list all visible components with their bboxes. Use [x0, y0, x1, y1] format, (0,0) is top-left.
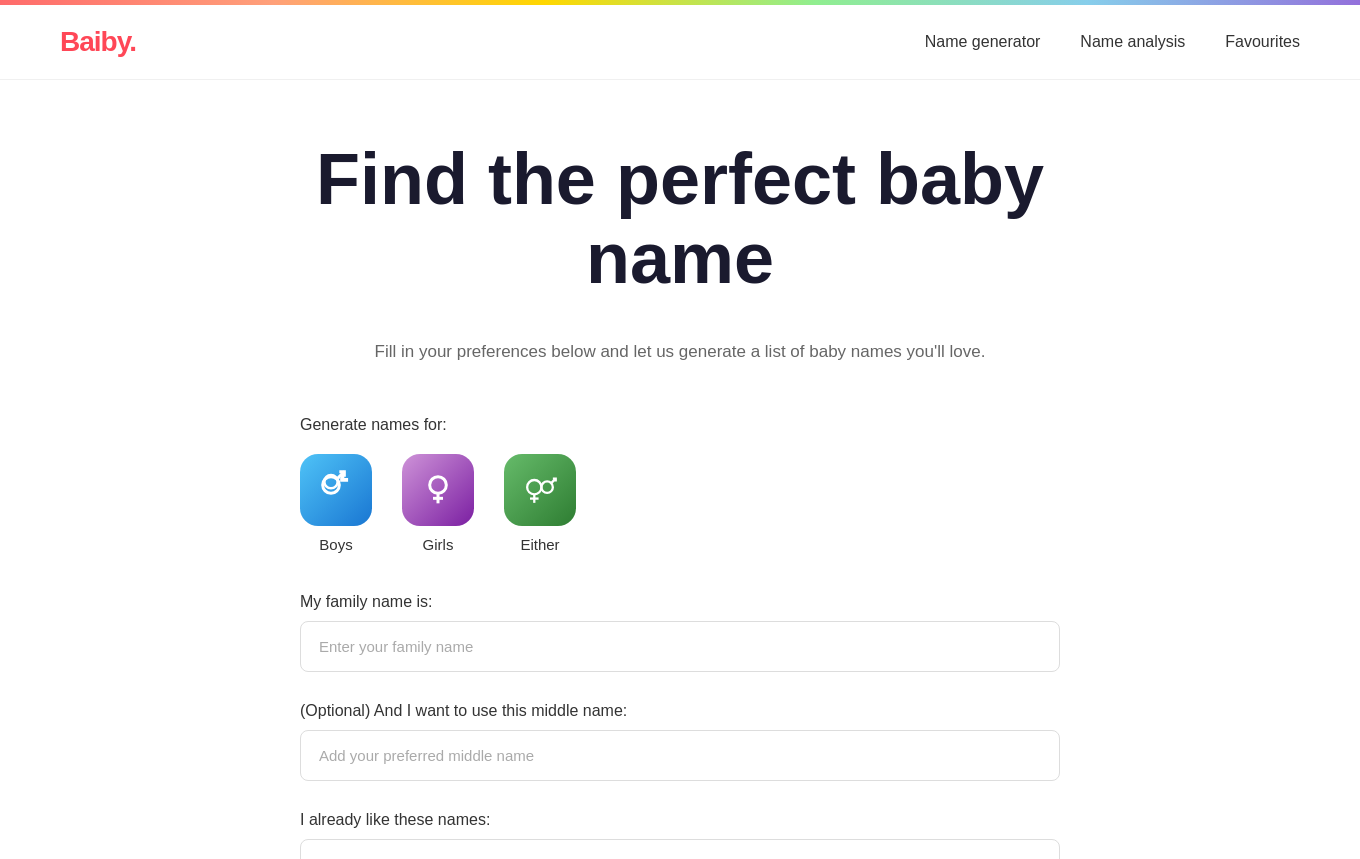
boys-icon — [300, 454, 372, 526]
logo-text: Baiby — [60, 26, 129, 57]
svg-point-2 — [430, 476, 447, 493]
svg-point-8 — [541, 481, 552, 492]
middle-name-label: (Optional) And I want to use this middle… — [300, 702, 1060, 720]
main-content: Find the perfect baby name Fill in your … — [280, 80, 1080, 859]
nav-favourites[interactable]: Favourites — [1225, 33, 1300, 51]
liked-names-label: I already like these names: — [300, 811, 1060, 829]
gender-option-either[interactable]: Either — [504, 454, 576, 553]
logo[interactable]: Baiby. — [60, 26, 136, 58]
nav-name-analysis[interactable]: Name analysis — [1080, 33, 1185, 51]
family-name-label: My family name is: — [300, 593, 1060, 611]
gender-option-boys[interactable]: Boys — [300, 454, 372, 553]
girls-icon — [402, 454, 474, 526]
liked-names-select[interactable]: Select... — [300, 839, 1060, 859]
either-label: Either — [520, 536, 559, 553]
liked-names-wrapper: Select... ⌄ — [300, 839, 1060, 859]
main-nav: Name generator Name analysis Favourites — [925, 33, 1300, 51]
svg-point-5 — [527, 480, 541, 494]
girls-label: Girls — [423, 536, 454, 553]
gender-section: Generate names for: Boys — [300, 416, 1060, 553]
gender-group: Boys Girls — [300, 454, 1060, 553]
hero-subtitle: Fill in your preferences below and let u… — [300, 338, 1060, 365]
either-icon — [504, 454, 576, 526]
hero-title: Find the perfect baby name — [300, 140, 1060, 298]
logo-dot: . — [129, 26, 136, 57]
middle-name-input[interactable] — [300, 730, 1060, 781]
middle-name-section: (Optional) And I want to use this middle… — [300, 702, 1060, 781]
gender-label: Generate names for: — [300, 416, 1060, 434]
header: Baiby. Name generator Name analysis Favo… — [0, 5, 1360, 80]
liked-names-section: I already like these names: Select... ⌄ — [300, 811, 1060, 859]
family-name-input[interactable] — [300, 621, 1060, 672]
gender-option-girls[interactable]: Girls — [402, 454, 474, 553]
family-name-section: My family name is: — [300, 593, 1060, 672]
nav-name-generator[interactable]: Name generator — [925, 33, 1041, 51]
boys-label: Boys — [319, 536, 352, 553]
